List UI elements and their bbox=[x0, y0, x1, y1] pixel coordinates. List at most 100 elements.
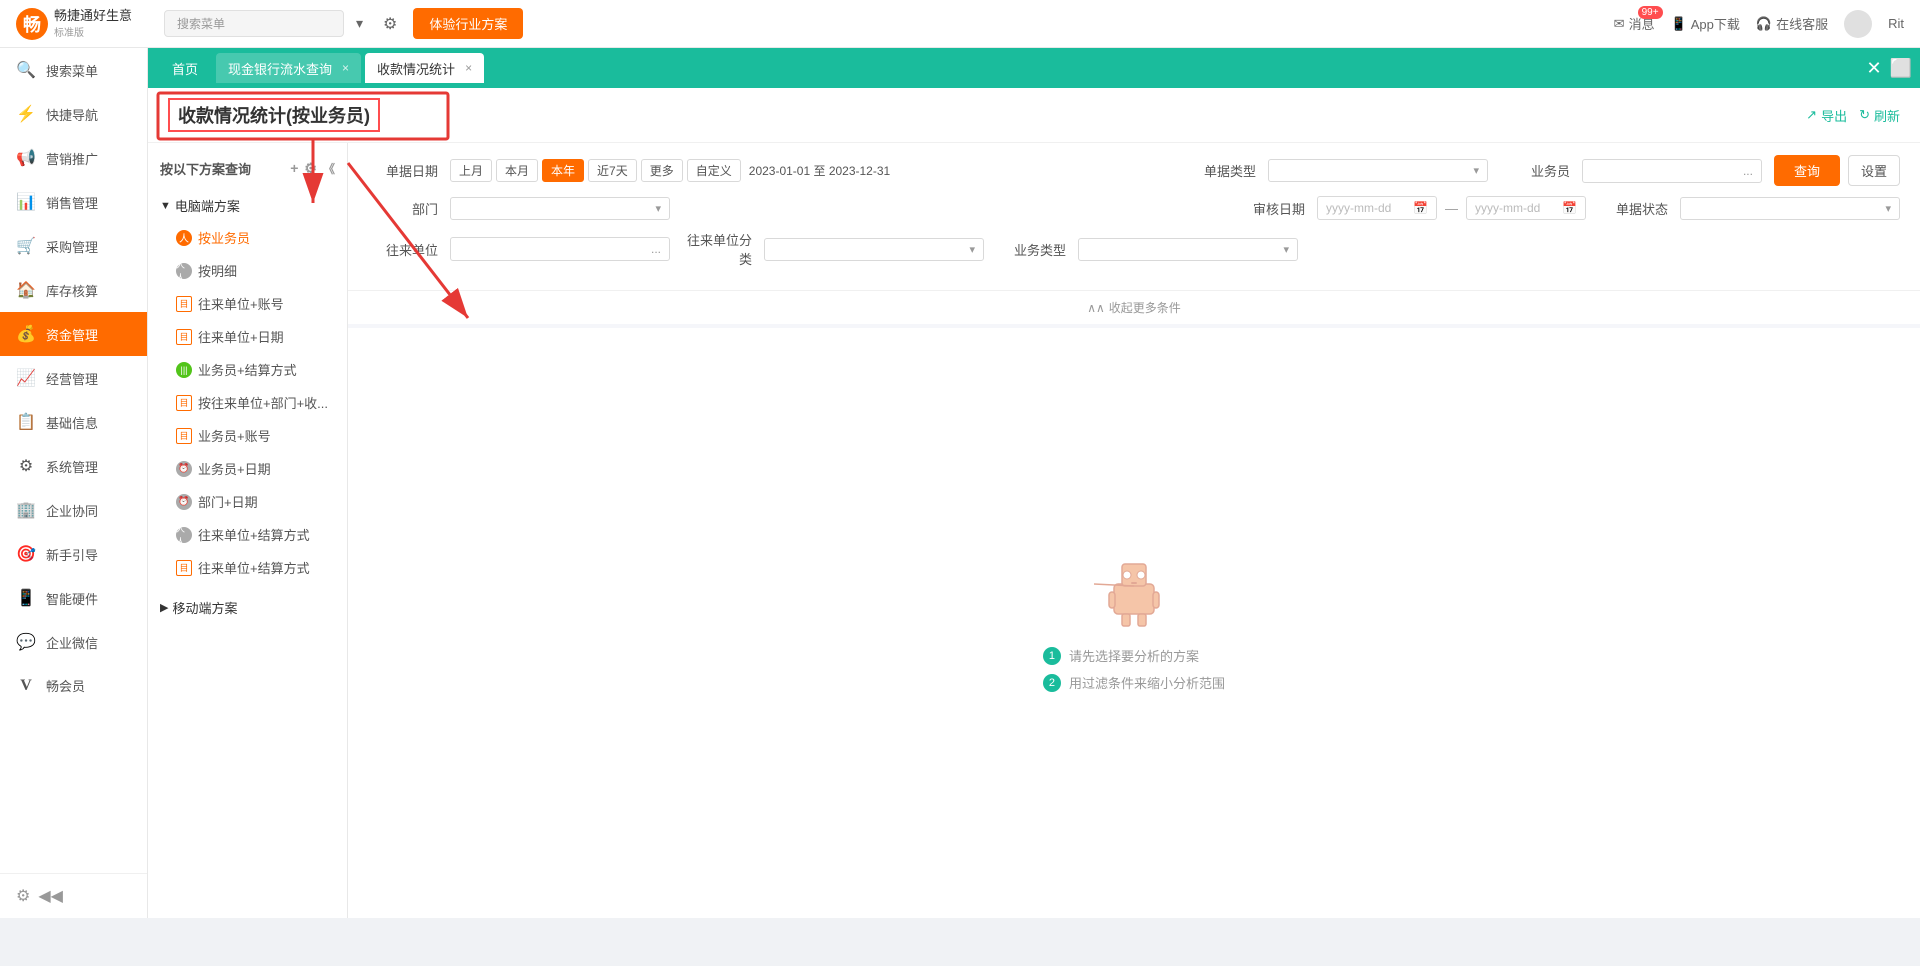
desktop-section-label: 电脑端方案 bbox=[175, 196, 240, 215]
salesman-more-icon: ... bbox=[1743, 164, 1753, 178]
notification-item[interactable]: ✉ 消息 99+ bbox=[1614, 14, 1655, 33]
calendar-to-icon: 📅 bbox=[1562, 201, 1577, 215]
partner-filter-label: 往来单位 bbox=[368, 240, 438, 259]
sidebar-item-hardware[interactable]: 📱 智能硬件 bbox=[0, 576, 147, 620]
user-avatar[interactable] bbox=[1844, 10, 1872, 38]
dept-select[interactable]: ▾ bbox=[450, 197, 670, 220]
date-tab-this-month[interactable]: 本月 bbox=[496, 159, 538, 182]
download-icon: 📱 bbox=[1671, 16, 1687, 32]
main-area: 首页 现金银行流水查询 × 收款情况统计 × ✕ ⬜ 收款情况统计(按业务员) … bbox=[148, 48, 1920, 918]
salesman-select[interactable]: ... bbox=[1582, 159, 1762, 183]
sidebar-item-operations[interactable]: 📈 经营管理 bbox=[0, 356, 147, 400]
header-right-area: ✉ 消息 99+ 📱 App下载 🎧 在线客服 Rit bbox=[1614, 10, 1904, 38]
sidebar-item-sales[interactable]: 📊 销售管理 bbox=[0, 180, 147, 224]
online-service-item[interactable]: 🎧 在线客服 bbox=[1756, 14, 1828, 33]
biz-type-select[interactable]: ▾ bbox=[1078, 238, 1298, 261]
sidebar-label-enterprise: 企业协同 bbox=[46, 501, 98, 520]
date-tab-more[interactable]: 更多 bbox=[641, 159, 683, 182]
sidebar-item-shortcut[interactable]: ⚡ 快捷导航 bbox=[0, 92, 147, 136]
date-tab-this-year[interactable]: 本年 bbox=[542, 159, 584, 182]
scheme-add-btn[interactable]: + bbox=[290, 160, 298, 177]
scheme-item-by-salesman[interactable]: 人 按业务员 bbox=[148, 221, 347, 254]
partner-select[interactable]: ... bbox=[450, 237, 670, 261]
sidebar-item-marketing[interactable]: 📢 营销推广 bbox=[0, 136, 147, 180]
tab-home[interactable]: 首页 bbox=[156, 48, 214, 88]
sidebar-label-basic: 基础信息 bbox=[46, 413, 98, 432]
scheme-settings-btn[interactable]: ⚙ bbox=[304, 160, 317, 177]
logo-text-area: 畅捷通好生意 标准版 bbox=[54, 8, 132, 39]
refresh-btn[interactable]: ↻ 刷新 bbox=[1859, 106, 1900, 125]
tab-bank-flow[interactable]: 现金银行流水查询 × bbox=[216, 53, 361, 83]
date-tab-7days[interactable]: 近7天 bbox=[588, 159, 637, 182]
doc-status-label: 单据状态 bbox=[1598, 199, 1668, 218]
mobile-scheme-group: ▶ 移动端方案 bbox=[148, 588, 347, 627]
sidebar-footer: ⚙ ◀◀ bbox=[0, 873, 147, 918]
hint-text-2: 用过滤条件来缩小分析范围 bbox=[1069, 673, 1225, 692]
desktop-section-title[interactable]: ▼ 电脑端方案 bbox=[148, 190, 347, 221]
sidebar-item-guide[interactable]: 🎯 新手引导 bbox=[0, 532, 147, 576]
doc-type-select[interactable]: ▾ bbox=[1268, 159, 1488, 182]
scheme-collapse-btn[interactable]: 《 bbox=[323, 160, 335, 177]
mobile-arrow-icon: ▶ bbox=[160, 601, 168, 614]
settings-btn[interactable]: 设置 bbox=[1848, 155, 1900, 186]
scheme-item-by-salesman-method[interactable]: ||| 业务员+结算方式 bbox=[148, 353, 347, 386]
doc-type-filter-label: 单据类型 bbox=[1186, 161, 1256, 180]
date-tab-last-month[interactable]: 上月 bbox=[450, 159, 492, 182]
scheme-item-by-unit-dept[interactable]: 目 按往来单位+部门+收... bbox=[148, 386, 347, 419]
collapse-up-icon: ∧∧ bbox=[1087, 301, 1105, 315]
sidebar-collapse-btn[interactable]: ◀◀ bbox=[38, 886, 63, 906]
tab-bar: 首页 现金银行流水查询 × 收款情况统计 × ✕ ⬜ bbox=[148, 48, 1920, 88]
empty-hint-2: 2 用过滤条件来缩小分析范围 bbox=[1043, 673, 1225, 692]
export-btn[interactable]: ↗ 导出 bbox=[1806, 106, 1847, 125]
dept-filter-control: ▾ bbox=[450, 197, 1223, 220]
doc-status-select[interactable]: ▾ bbox=[1680, 197, 1900, 220]
scheme-item-by-unit-account[interactable]: 目 往来单位+账号 bbox=[148, 287, 347, 320]
tab-collection-stats[interactable]: 收款情况统计 × bbox=[365, 53, 484, 83]
app-download-item[interactable]: 📱 App下载 bbox=[1671, 14, 1740, 33]
sidebar-footer-settings-btn[interactable]: ⚙ bbox=[16, 886, 30, 906]
scheme-panel-header: 按以下方案查询 + ⚙ 《 bbox=[148, 151, 347, 186]
tab-close-window-btn[interactable]: ✕ bbox=[1866, 58, 1881, 79]
sidebar-item-wechat[interactable]: 💬 企业微信 bbox=[0, 620, 147, 664]
header-dropdown-btn[interactable]: ▾ bbox=[352, 11, 367, 36]
scheme-item-by-detail[interactable]: 人人 按明细 bbox=[148, 254, 347, 287]
row1-filter-actions: 查询 设置 bbox=[1774, 155, 1900, 186]
collapse-bar[interactable]: ∧∧ 收起更多条件 bbox=[348, 290, 1920, 324]
shortcut-icon: ⚡ bbox=[16, 104, 36, 124]
query-btn[interactable]: 查询 bbox=[1774, 155, 1840, 186]
header-settings-btn[interactable]: ⚙ bbox=[375, 10, 405, 38]
sidebar-item-purchase[interactable]: 🛒 采购管理 bbox=[0, 224, 147, 268]
scheme-item-by-unit-method2[interactable]: 目 往来单位+结算方式 bbox=[148, 551, 347, 584]
sidebar-item-enterprise[interactable]: 🏢 企业协同 bbox=[0, 488, 147, 532]
sidebar-item-finance[interactable]: 💰 资金管理 bbox=[0, 312, 147, 356]
mobile-section-title[interactable]: ▶ 移动端方案 bbox=[148, 592, 347, 623]
sidebar-item-inventory[interactable]: 🏠 库存核算 bbox=[0, 268, 147, 312]
scheme-item-by-salesman-account[interactable]: 目 业务员+账号 bbox=[148, 419, 347, 452]
unit-account-scheme-icon: 目 bbox=[176, 296, 192, 312]
scheme-item-by-salesman-date[interactable]: ⏰ 业务员+日期 bbox=[148, 452, 347, 485]
online-service-label: 在线客服 bbox=[1776, 14, 1828, 33]
page-header: 收款情况统计(按业务员) ↗ 导出 ↻ 刷新 bbox=[148, 88, 1920, 143]
salesman-account-scheme-icon: 目 bbox=[176, 428, 192, 444]
sidebar: 🔍 搜索菜单 ⚡ 快捷导航 📢 营销推广 📊 销售管理 🛒 采购管理 🏠 库存核… bbox=[0, 48, 148, 918]
scheme-label-by-unit-dept: 按往来单位+部门+收... bbox=[198, 393, 328, 412]
scheme-item-by-unit-date[interactable]: 目 往来单位+日期 bbox=[148, 320, 347, 353]
sidebar-item-system[interactable]: ⚙ 系统管理 bbox=[0, 444, 147, 488]
empty-state: 1 请先选择要分析的方案 2 用过滤条件来缩小分析范围 bbox=[348, 328, 1920, 918]
user-name[interactable]: Rit bbox=[1888, 16, 1904, 31]
scheme-item-by-dept-date[interactable]: ⏰ 部门+日期 bbox=[148, 485, 347, 518]
trial-industry-btn[interactable]: 体验行业方案 bbox=[413, 8, 523, 39]
scheme-item-by-unit-method1[interactable]: 人人 往来单位+结算方式 bbox=[148, 518, 347, 551]
sidebar-item-basic[interactable]: 📋 基础信息 bbox=[0, 400, 147, 444]
review-date-from[interactable]: yyyy-mm-dd 📅 bbox=[1317, 196, 1437, 220]
tab-maximize-btn[interactable]: ⬜ bbox=[1890, 58, 1912, 79]
sidebar-item-member[interactable]: V 畅会员 bbox=[0, 664, 147, 707]
tab-bank-close-icon[interactable]: × bbox=[342, 61, 349, 75]
date-filter-label: 单据日期 bbox=[368, 161, 438, 180]
review-date-to[interactable]: yyyy-mm-dd 📅 bbox=[1466, 196, 1586, 220]
date-tab-custom[interactable]: 自定义 bbox=[687, 159, 741, 182]
sidebar-item-search[interactable]: 🔍 搜索菜单 bbox=[0, 48, 147, 92]
scheme-label-by-detail: 按明细 bbox=[198, 261, 237, 280]
tab-collection-close-icon[interactable]: × bbox=[465, 61, 472, 75]
partner-category-select[interactable]: ▾ bbox=[764, 238, 984, 261]
